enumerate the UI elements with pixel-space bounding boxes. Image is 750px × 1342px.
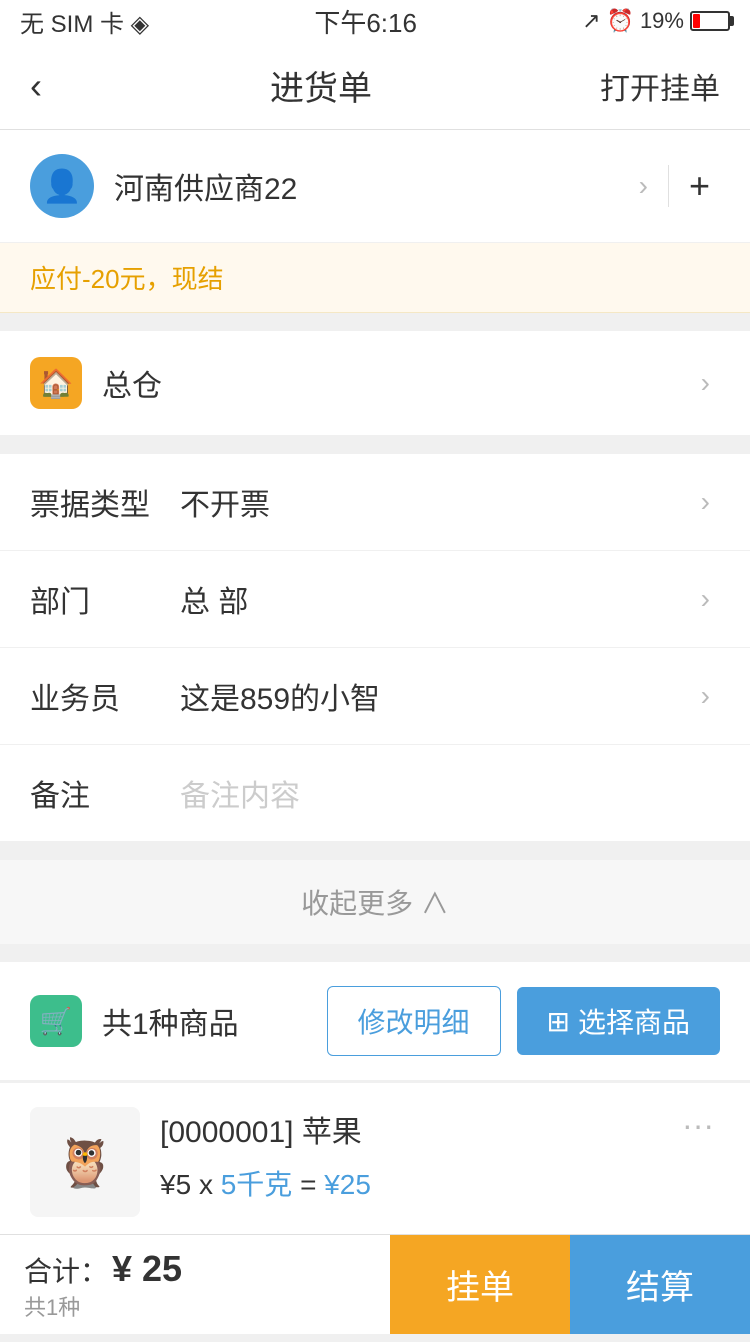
- department-value: 总 部: [170, 577, 701, 621]
- department-chevron-icon: ›: [701, 583, 710, 615]
- status-right: ↗ ⏰ 19%: [582, 8, 730, 34]
- product-info: [0000001] 苹果 ¥5 x 5千克 = ¥25: [160, 1107, 676, 1203]
- salesperson-label: 业务员: [30, 674, 170, 718]
- supplier-name: 河南供应商22: [114, 164, 639, 208]
- supplier-avatar: 👤: [30, 154, 94, 218]
- supplier-row[interactable]: 👤 河南供应商22 › +: [0, 130, 750, 243]
- product-code: [0000001]: [160, 1116, 293, 1149]
- remark-label: 备注: [30, 771, 170, 815]
- product-count: 共1种商品: [102, 999, 327, 1043]
- add-supplier-button[interactable]: +: [668, 165, 720, 207]
- multiply-sign: x: [199, 1169, 221, 1200]
- content: 👤 河南供应商22 › + 应付-20元，现结 🏠 总仓 › 票据类型 不开票 …: [0, 130, 750, 1342]
- sim-label: 无 SIM 卡 ◈: [20, 4, 149, 39]
- product-item: 🦉 [0000001] 苹果 ¥5 x 5千克 = ¥25 ···: [0, 1083, 750, 1242]
- warehouse-label: 总仓: [102, 361, 701, 405]
- total-section: 合计： ¥ 25 共1种: [0, 1235, 390, 1334]
- alarm-icon: ⏰: [607, 8, 634, 34]
- ticket-type-label: 票据类型: [30, 480, 170, 524]
- product-header: 🛒 共1种商品 修改明细 ⊞ 选择商品: [0, 962, 750, 1081]
- open-pending-button[interactable]: 打开挂单: [600, 64, 720, 108]
- salesperson-chevron-icon: ›: [701, 680, 710, 712]
- warehouse-row[interactable]: 🏠 总仓 ›: [0, 331, 750, 436]
- product-name: [0000001] 苹果: [160, 1107, 676, 1151]
- status-bar: 无 SIM 卡 ◈ 下午6:16 ↗ ⏰ 19%: [0, 0, 750, 42]
- form-card: 票据类型 不开票 › 部门 总 部 › 业务员 这是859的小智 › 备注 备注…: [0, 454, 750, 842]
- supplier-notice: 应付-20元，现结: [0, 243, 750, 313]
- battery-icon: [690, 11, 730, 31]
- warehouse-icon: 🏠: [30, 357, 82, 409]
- remark-input[interactable]: 备注内容: [170, 771, 720, 815]
- product-price: ¥5 x 5千克 = ¥25: [160, 1163, 676, 1203]
- status-time: 下午6:16: [314, 3, 417, 40]
- page-title: 进货单: [270, 61, 372, 110]
- select-product-button[interactable]: ⊞ 选择商品: [517, 987, 720, 1055]
- nav-bar: ‹ 进货单 打开挂单: [0, 42, 750, 130]
- total-price: ¥25: [324, 1169, 371, 1200]
- location-icon: ↗: [582, 8, 600, 34]
- salesperson-row[interactable]: 业务员 这是859的小智 ›: [0, 648, 750, 745]
- ticket-type-value: 不开票: [170, 480, 701, 524]
- edit-detail-button[interactable]: 修改明细: [327, 986, 501, 1056]
- department-label: 部门: [30, 577, 170, 621]
- bottom-bar: 合计： ¥ 25 共1种 挂单 结算: [0, 1234, 750, 1334]
- supplier-chevron-icon: ›: [639, 170, 648, 202]
- department-row[interactable]: 部门 总 部 ›: [0, 551, 750, 648]
- product-thumbnail: 🦉: [30, 1107, 140, 1217]
- product-icon: 🛒: [30, 995, 82, 1047]
- remark-row[interactable]: 备注 备注内容: [0, 745, 750, 842]
- equals-sign: =: [300, 1169, 324, 1200]
- select-product-icon: ⊞: [547, 1005, 570, 1038]
- supplier-card: 👤 河南供应商22 › + 应付-20元，现结: [0, 130, 750, 313]
- total-amount: ¥ 25: [112, 1248, 182, 1290]
- warehouse-chevron-icon: ›: [701, 367, 710, 399]
- salesperson-value: 这是859的小智: [170, 674, 701, 718]
- total-label: 合计：: [24, 1250, 108, 1290]
- pending-button[interactable]: 挂单: [390, 1235, 570, 1334]
- collapse-bar[interactable]: 收起更多 ∧: [0, 860, 750, 944]
- warehouse-card: 🏠 总仓 ›: [0, 331, 750, 436]
- avatar-icon: 👤: [42, 167, 82, 205]
- product-more-button[interactable]: ···: [676, 1107, 720, 1144]
- status-left: 无 SIM 卡 ◈: [20, 4, 149, 39]
- ticket-type-chevron-icon: ›: [701, 486, 710, 518]
- settle-button[interactable]: 结算: [570, 1235, 750, 1334]
- ticket-type-row[interactable]: 票据类型 不开票 ›: [0, 454, 750, 551]
- unit-price: ¥5: [160, 1169, 191, 1200]
- back-button[interactable]: ‹: [30, 65, 42, 107]
- battery-percent: 19%: [640, 8, 684, 34]
- total-sub-label: 共1种: [24, 1290, 366, 1322]
- product-title: 苹果: [302, 1116, 362, 1149]
- product-owl-icon: 🦉: [55, 1134, 115, 1191]
- quantity: 5千克: [221, 1169, 293, 1200]
- select-product-label: 选择商品: [578, 1001, 690, 1041]
